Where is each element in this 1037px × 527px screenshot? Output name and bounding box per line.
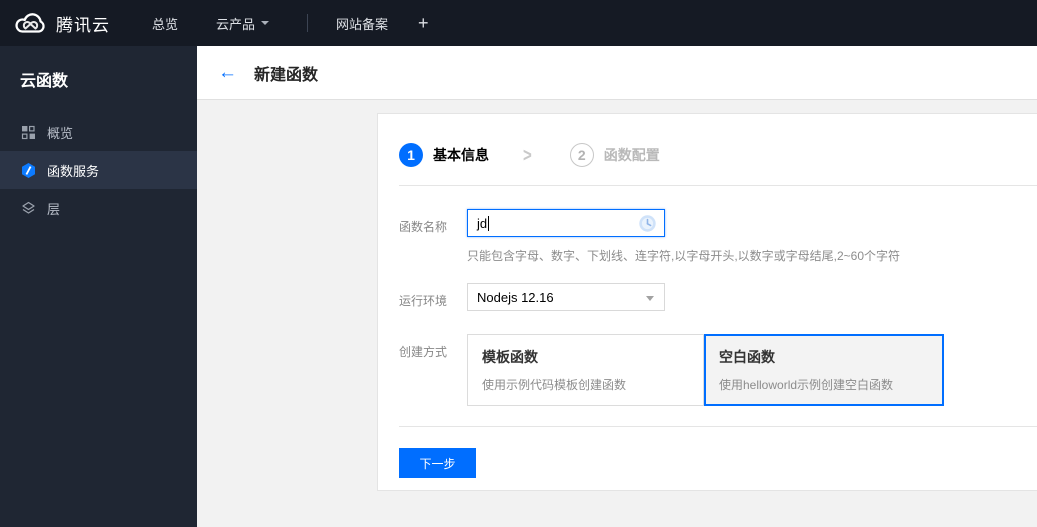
sidebar-item-label: 层 [47,201,61,217]
nav-overview[interactable]: 总览 [152,14,178,33]
method-card-template-function[interactable]: 模板函数 使用示例代码模板创建函数 [467,334,704,406]
method-card-blank-function[interactable]: 空白函数 使用helloworld示例创建空白函数 [704,334,944,406]
add-tab-button[interactable]: + [418,13,429,34]
back-button[interactable]: ← [218,63,237,82]
cloud-logo-icon [14,12,47,35]
create-function-card: 1 基本信息 > 2 函数配置 函数名称 jd 只能包含字母、数字、下划线、连字… [377,113,1037,491]
function-name-label: 函数名称 [399,220,448,234]
layers-icon [20,200,37,217]
creation-method-row: 创建方式 模板函数 使用示例代码模板创建函数 空白函数 使用helloworld… [399,334,1037,406]
nav-separator [307,14,309,32]
sidebar-item-label: 概览 [47,125,74,141]
sidebar-item-label: 函数服务 [47,163,100,179]
function-name-input[interactable]: jd [467,209,665,237]
page-title: 新建函数 [254,66,319,84]
step-basic-info: 1 基本信息 [399,143,489,167]
runtime-select[interactable]: Nodejs 12.16 [467,283,665,311]
nav-cloud-products[interactable]: 云产品 [216,14,270,33]
sidebar-item-overview[interactable]: 概览 [0,113,197,151]
step-2-badge: 2 [569,143,594,167]
footer-divider [399,426,1037,427]
creation-method-options: 模板函数 使用示例代码模板创建函数 空白函数 使用helloworld示例创建空… [467,334,944,406]
page-header: ← 新建函数 [197,46,1037,100]
sidebar: 云函数 概览 函数服务 层 [0,46,197,527]
function-name-field-col: jd 只能包含字母、数字、下划线、连字符,以字母开头,以数字或字母结尾,2~60… [467,209,900,264]
wizard-steps: 1 基本信息 > 2 函数配置 [399,143,1037,167]
function-name-value: jd [477,215,488,231]
function-name-help: 只能包含字母、数字、下划线、连字符,以字母开头,以数字或字母结尾,2~60个字符 [467,249,901,263]
grid-icon [20,124,37,141]
brand-name: 腾讯云 [56,15,110,35]
caret-down-icon [646,296,654,301]
top-nav-bar: 腾讯云 总览 云产品 网站备案 + [0,0,1037,46]
step-function-config: 2 函数配置 [569,143,660,167]
creation-method-label: 创建方式 [399,345,448,359]
function-name-row: 函数名称 jd 只能包含字母、数字、下划线、连字符,以字母开头,以数字或字母结尾… [399,209,1037,264]
runtime-row: 运行环境 Nodejs 12.16 [399,283,1037,311]
tencent-cloud-logo[interactable]: 腾讯云 [14,11,110,36]
runtime-label: 运行环境 [399,294,448,308]
sidebar-item-layers[interactable]: 层 [0,189,197,227]
sidebar-title: 云函数 [20,73,69,90]
runtime-selected-value: Nodejs 12.16 [477,289,554,305]
sidebar-item-function-service[interactable]: 函数服务 [0,151,197,189]
text-cursor [488,215,490,231]
scf-hexagon-icon [20,162,37,179]
caret-down-icon [261,21,270,25]
step-chevron-icon: > [523,143,532,167]
clock-icon [638,214,657,238]
nav-website-beian[interactable]: 网站备案 [336,14,388,33]
next-step-button[interactable]: 下一步 [399,448,476,478]
step-1-badge: 1 [399,143,423,167]
steps-divider [399,185,1037,186]
